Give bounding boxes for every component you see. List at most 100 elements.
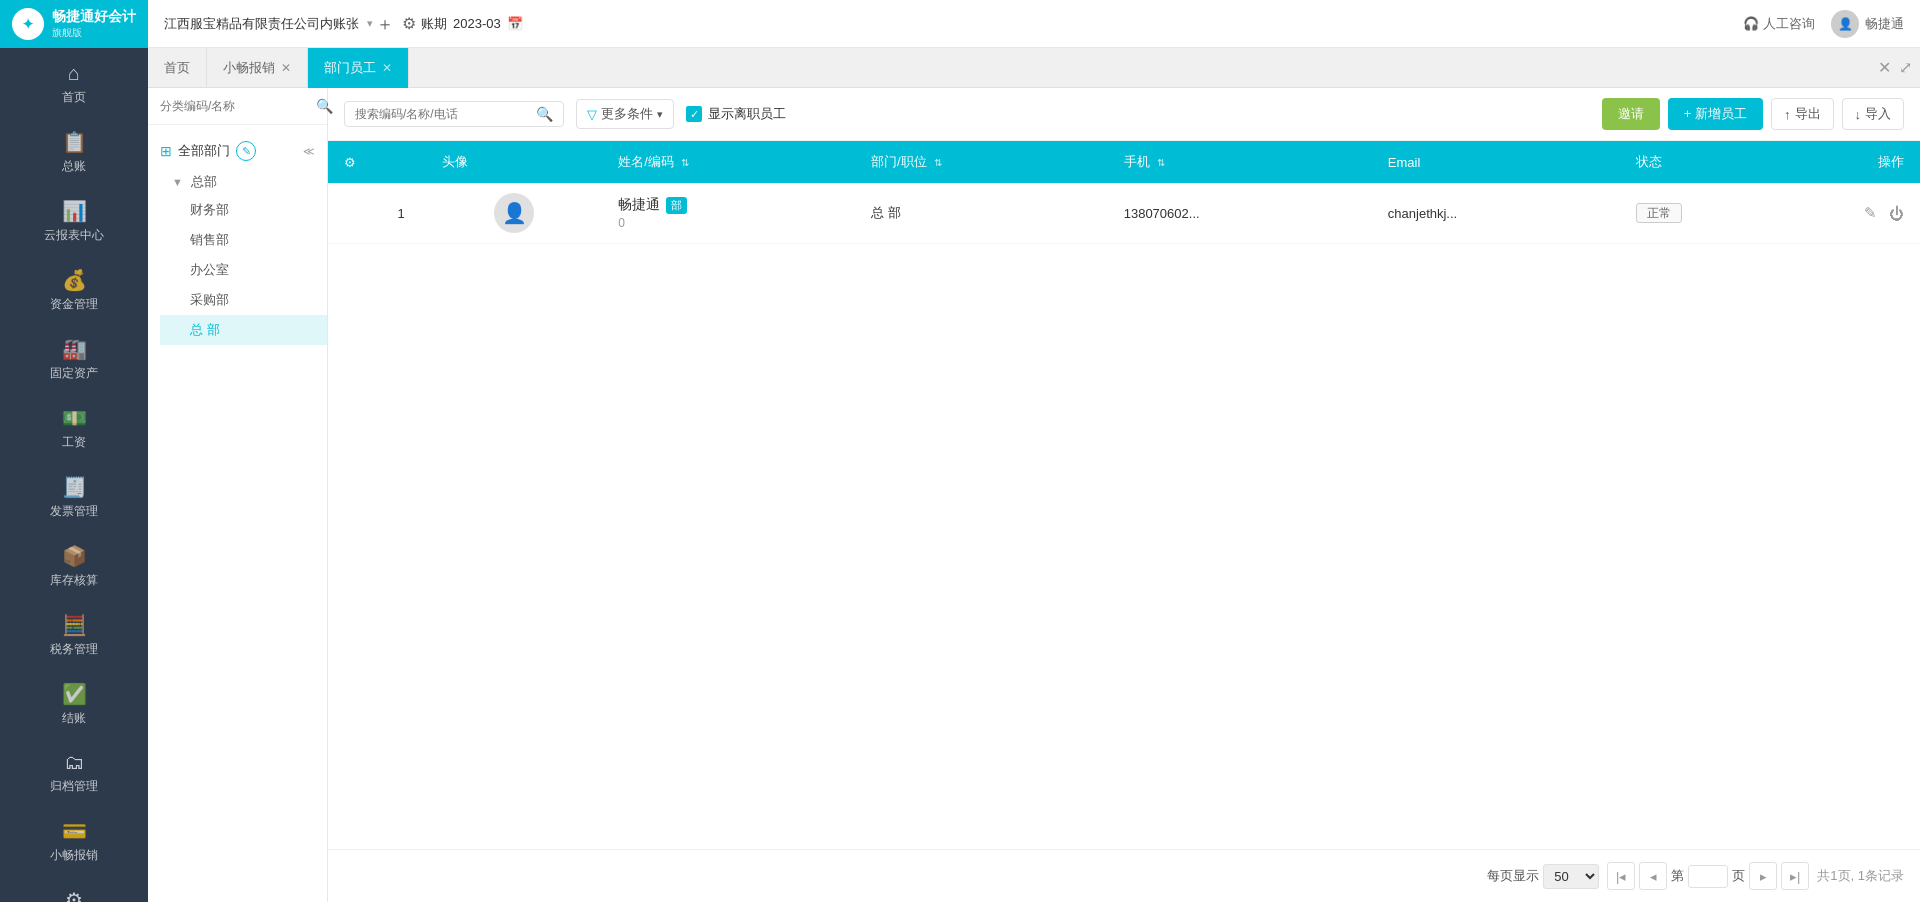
- filter-button[interactable]: ▽ 更多条件 ▾: [576, 99, 674, 129]
- dept-node-general[interactable]: 总 部: [160, 315, 327, 345]
- sidebar-item-assets[interactable]: 🏭 固定资产: [0, 323, 148, 392]
- period-label: 账期: [421, 15, 447, 33]
- th-action: 操作: [1800, 141, 1920, 183]
- page-size-select[interactable]: 50 20 100: [1543, 864, 1599, 889]
- th-dept[interactable]: 部门/职位 ⇅: [855, 141, 1108, 183]
- avatar: 👤: [494, 193, 534, 233]
- sidebar-item-expense[interactable]: 💳 小畅报销: [0, 805, 148, 874]
- pagination: 每页显示 50 20 100 |◂ ◂ 第 1 页 ▸: [328, 849, 1920, 902]
- sidebar-item-archive[interactable]: 🗂 归档管理: [0, 737, 148, 805]
- import-icon: ↓: [1855, 107, 1862, 122]
- import-button[interactable]: ↓ 导入: [1842, 98, 1905, 130]
- dept-tree-nodes: ▼ 总部 财务部 销售部 办公室 采购部 总 部: [148, 169, 327, 345]
- tab-expense-close[interactable]: ✕: [281, 61, 291, 75]
- th-name[interactable]: 姓名/编码 ⇅: [602, 141, 855, 183]
- employee-toolbar: 🔍 ▽ 更多条件 ▾ ✓ 显示离职员工 邀请 + 新增员工: [328, 88, 1920, 141]
- tax-icon: 🧮: [62, 613, 87, 637]
- export-button[interactable]: ↑ 导出: [1771, 98, 1834, 130]
- dept-node-purchase[interactable]: 采购部: [160, 285, 327, 315]
- td-status: 正常: [1620, 183, 1800, 244]
- show-resign-label: 显示离职员工: [708, 105, 786, 123]
- tab-controls: ✕ ⤢: [1878, 58, 1920, 77]
- dept-search-input[interactable]: [160, 99, 310, 113]
- sidebar-label-archive: 归档管理: [50, 778, 98, 795]
- support-button[interactable]: 🎧 人工咨询: [1743, 15, 1815, 33]
- logout-icon[interactable]: ⏻: [1889, 205, 1904, 222]
- name-row: 畅捷通 部: [618, 196, 839, 214]
- sidebar-item-reports[interactable]: 📊 云报表中心: [0, 185, 148, 254]
- th-name-label: 姓名/编码: [618, 154, 674, 169]
- th-status-label: 状态: [1636, 154, 1662, 169]
- dept-node-office[interactable]: 办公室: [160, 255, 327, 285]
- sidebar-item-ledger[interactable]: 📋 总账: [0, 116, 148, 185]
- import-label: 导入: [1865, 105, 1891, 123]
- page-size-label: 每页显示: [1487, 867, 1539, 885]
- assets-icon: 🏭: [62, 337, 87, 361]
- sidebar-item-closing[interactable]: ✅ 结账: [0, 668, 148, 737]
- prev-page-button[interactable]: ◂: [1639, 862, 1667, 890]
- sidebar-label-finance: 资金管理: [50, 296, 98, 313]
- page-number-input[interactable]: 1: [1688, 865, 1728, 888]
- calendar-icon[interactable]: 📅: [507, 16, 523, 31]
- invite-button[interactable]: 邀请: [1602, 98, 1660, 130]
- app-logo[interactable]: ✦ 畅捷通好会计 旗舰版: [0, 0, 148, 48]
- add-account-button[interactable]: ＋: [373, 12, 397, 36]
- td-settings-cell: [328, 183, 376, 244]
- th-action-label: 操作: [1878, 154, 1904, 169]
- dept-all-header[interactable]: ⊞ 全部部门 ✎ ≪: [148, 133, 327, 169]
- collapse-icon[interactable]: ≪: [303, 145, 315, 158]
- th-phone[interactable]: 手机 ⇅: [1108, 141, 1372, 183]
- name-cell: 畅捷通 部 0: [618, 196, 839, 230]
- sidebar-item-inventory[interactable]: 📦 库存核算: [0, 530, 148, 599]
- tab-home-label: 首页: [164, 59, 190, 77]
- company-name: 江西服宝精品有限责任公司内账张: [164, 15, 359, 33]
- td-index: 1: [376, 183, 426, 244]
- inventory-icon: 📦: [62, 544, 87, 568]
- tab-expand-button[interactable]: ⤢: [1899, 58, 1912, 77]
- th-dept-label: 部门/职位: [871, 154, 927, 169]
- home-icon: ⌂: [68, 62, 80, 85]
- last-page-button[interactable]: ▸|: [1781, 862, 1809, 890]
- gear-icon[interactable]: ⚙: [397, 12, 421, 36]
- tab-home[interactable]: 首页: [148, 48, 207, 88]
- dept-node-sales[interactable]: 销售部: [160, 225, 327, 255]
- add-employee-button[interactable]: + 新增员工: [1668, 98, 1763, 130]
- dept-edit-button[interactable]: ✎: [236, 141, 256, 161]
- dept-node-finance[interactable]: 财务部: [160, 195, 327, 225]
- page-navigation: |◂ ◂ 第 1 页 ▸ ▸|: [1607, 862, 1809, 890]
- app-logo-icon: ✦: [12, 8, 44, 40]
- sidebar-item-salary[interactable]: 💵 工资: [0, 392, 148, 461]
- th-email-label: Email: [1388, 155, 1421, 170]
- first-page-button[interactable]: |◂: [1607, 862, 1635, 890]
- sidebar-label-closing: 结账: [62, 710, 86, 727]
- edit-icon[interactable]: ✎: [1864, 204, 1877, 222]
- sidebar-item-tax[interactable]: 🧮 税务管理: [0, 599, 148, 668]
- company-selector[interactable]: 江西服宝精品有限责任公司内账张 ▾: [164, 15, 373, 33]
- search-icon[interactable]: 🔍: [536, 106, 553, 122]
- main-layout: ⌂ 首页 📋 总账 📊 云报表中心 💰 资金管理 🏭 固定资产 💵 工资 🧾 发…: [0, 48, 1920, 902]
- next-page-button[interactable]: ▸: [1749, 862, 1777, 890]
- sidebar-item-home[interactable]: ⌂ 首页: [0, 48, 148, 116]
- closing-icon: ✅: [62, 682, 87, 706]
- sidebar-label-invoice: 发票管理: [50, 503, 98, 520]
- employee-search-input[interactable]: [355, 107, 530, 121]
- archive-icon: 🗂: [64, 751, 84, 774]
- tab-close-button[interactable]: ✕: [1878, 58, 1891, 77]
- invoice-icon: 🧾: [62, 475, 87, 499]
- dept-all-icon: ⊞: [160, 143, 172, 159]
- td-name: 畅捷通 部 0: [602, 183, 855, 244]
- dept-node-root[interactable]: ▼ 总部: [160, 169, 327, 195]
- sidebar-item-invoice[interactable]: 🧾 发票管理: [0, 461, 148, 530]
- account-period: 账期 2023-03 📅: [421, 15, 523, 33]
- app-logo-sub: 旗舰版: [52, 26, 136, 40]
- sidebar-item-finance[interactable]: 💰 资金管理: [0, 254, 148, 323]
- show-resign-toggle[interactable]: ✓ 显示离职员工: [686, 105, 786, 123]
- sidebar-label-ledger: 总账: [62, 158, 86, 175]
- sidebar-item-settings[interactable]: ⚙ 基础设置: [0, 874, 148, 902]
- tab-expense[interactable]: 小畅报销 ✕: [207, 48, 308, 88]
- show-resign-checkbox[interactable]: ✓: [686, 106, 702, 122]
- user-info[interactable]: 👤 畅捷通: [1831, 10, 1904, 38]
- tab-employees-close[interactable]: ✕: [382, 61, 392, 75]
- th-settings[interactable]: ⚙: [328, 141, 376, 183]
- tab-employees[interactable]: 部门员工 ✕: [308, 48, 409, 88]
